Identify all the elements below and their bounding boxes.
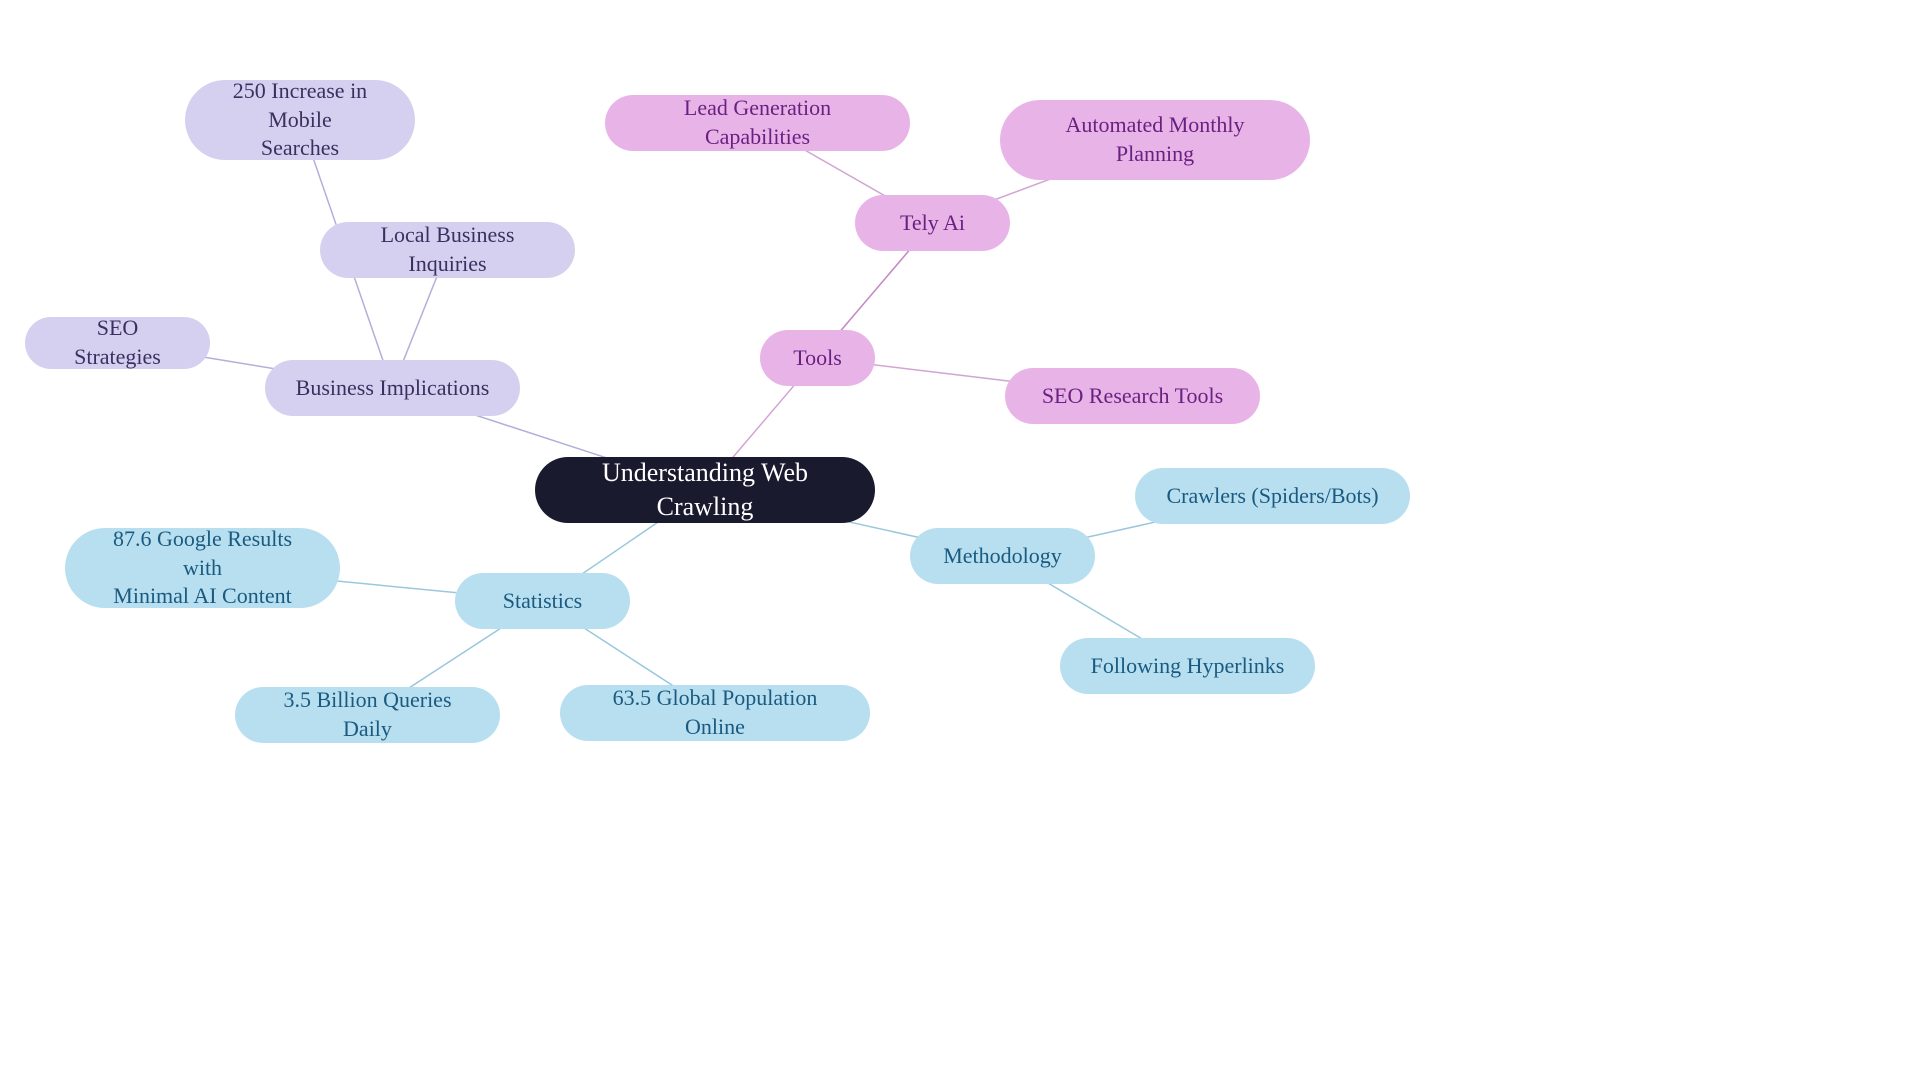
local-business-node: Local Business Inquiries [320, 222, 575, 278]
tools-node: Tools [760, 330, 875, 386]
global-population-node: 63.5 Global Population Online [560, 685, 870, 741]
business-implications-node: Business Implications [265, 360, 520, 416]
google-results-node: 87.6 Google Results withMinimal AI Conte… [65, 528, 340, 608]
seo-strategies-node: SEO Strategies [25, 317, 210, 369]
center-label: Understanding Web Crawling [585, 456, 825, 524]
seo-research-node: SEO Research Tools [1005, 368, 1260, 424]
tely-ai-node: Tely Ai [855, 195, 1010, 251]
mobile-searches-node: 250 Increase in MobileSearches [185, 80, 415, 160]
hyperlinks-node: Following Hyperlinks [1060, 638, 1315, 694]
lead-generation-node: Lead Generation Capabilities [605, 95, 910, 151]
methodology-node: Methodology [910, 528, 1095, 584]
center-node: Understanding Web Crawling [535, 457, 875, 523]
billion-queries-node: 3.5 Billion Queries Daily [235, 687, 500, 743]
crawlers-node: Crawlers (Spiders/Bots) [1135, 468, 1410, 524]
statistics-node: Statistics [455, 573, 630, 629]
automated-planning-node: Automated Monthly Planning [1000, 100, 1310, 180]
